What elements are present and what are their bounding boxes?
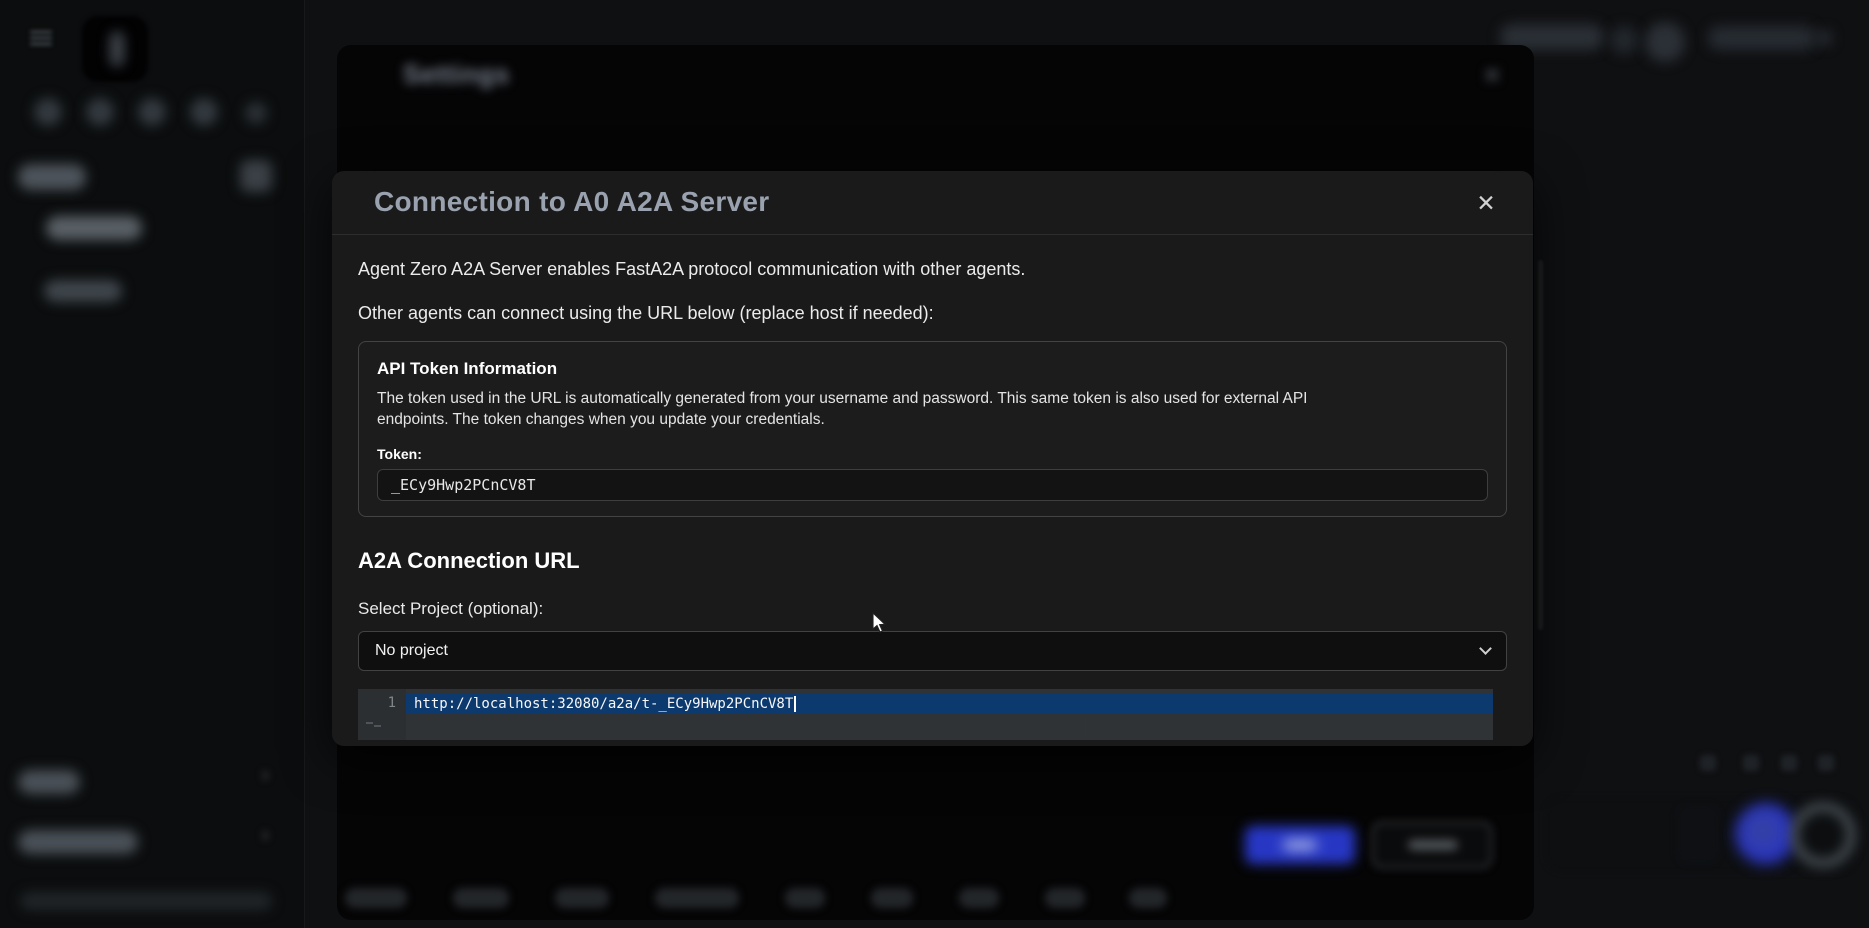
settings-tab-8[interactable] xyxy=(1045,888,1085,908)
sidebar-icon-1[interactable] xyxy=(34,98,62,126)
settings-cancel-button[interactable] xyxy=(1372,822,1492,868)
chat-tool-icon-2[interactable] xyxy=(1743,755,1759,771)
preferences-section-label[interactable] xyxy=(18,830,138,854)
settings-tab-5[interactable] xyxy=(785,888,825,908)
project-select[interactable]: No project xyxy=(358,631,1507,671)
settings-tab-3[interactable] xyxy=(555,888,609,908)
app-logo-glyph xyxy=(110,32,124,66)
chat-tool-icon-1[interactable] xyxy=(1700,755,1716,771)
header-icon-button[interactable] xyxy=(1610,26,1638,54)
chat-list-item-2[interactable] xyxy=(44,280,122,302)
a2a-url-section-title: A2A Connection URL xyxy=(358,548,580,573)
editor-gutter: 1 xyxy=(358,689,406,740)
settings-save-button[interactable] xyxy=(1245,826,1355,864)
sidebar: › › xyxy=(0,0,305,928)
attachment-button[interactable] xyxy=(1676,804,1720,864)
header-project-select[interactable] xyxy=(1708,26,1816,50)
line-number: 1 xyxy=(387,695,396,711)
token-value-field[interactable] xyxy=(377,469,1488,501)
chat-tool-icon-3[interactable] xyxy=(1781,755,1797,771)
settings-close-icon[interactable]: ✕ xyxy=(1483,63,1501,89)
new-chat-icon[interactable] xyxy=(240,160,272,192)
avatar[interactable] xyxy=(1645,22,1685,62)
a2a-url-text: http://localhost:32080/a2a/t-_ECy9Hwp2PC… xyxy=(414,695,794,712)
settings-tab-7[interactable] xyxy=(959,888,999,908)
close-icon[interactable]: ✕ xyxy=(1471,188,1501,218)
send-button[interactable] xyxy=(1791,803,1855,867)
chat-list-item-1[interactable] xyxy=(46,216,142,240)
settings-tab-4[interactable] xyxy=(655,888,739,908)
a2a-url-editor[interactable]: 1 http://localhost:32080/a2a/t-_ECy9Hwp2… xyxy=(358,689,1493,740)
a2a-connection-modal: Connection to A0 A2A Server ✕ Agent Zero… xyxy=(332,171,1533,746)
sidebar-icon-2[interactable] xyxy=(86,98,114,126)
chevron-down-icon xyxy=(1479,642,1492,655)
settings-tab-6[interactable] xyxy=(871,888,913,908)
intro-line-1: Agent Zero A2A Server enables FastA2A pr… xyxy=(358,259,1026,279)
chats-section-label xyxy=(18,164,86,190)
editor-content[interactable]: http://localhost:32080/a2a/t-_ECy9Hwp2PC… xyxy=(406,689,1493,740)
api-token-card: API Token Information The token used in … xyxy=(358,341,1507,517)
menu-icon[interactable] xyxy=(30,31,52,47)
editor-active-line: http://localhost:32080/a2a/t-_ECy9Hwp2PC… xyxy=(406,693,1493,714)
api-token-description: The token used in the URL is automatical… xyxy=(377,390,1308,428)
chat-tool-icon-4[interactable] xyxy=(1818,755,1834,771)
settings-tab-2[interactable] xyxy=(453,888,509,908)
app-screen: › › Settings ✕ Connection to A0 A2A Serv… xyxy=(0,0,1869,928)
text-caret xyxy=(794,695,797,712)
sidebar-icon-4[interactable] xyxy=(190,98,218,126)
select-project-label: Select Project (optional): xyxy=(358,599,544,618)
settings-tab-9[interactable] xyxy=(1129,888,1167,908)
mouse-cursor xyxy=(872,612,887,633)
intro-line-2: Other agents can connect using the URL b… xyxy=(358,303,934,323)
settings-tab-1[interactable] xyxy=(345,888,407,908)
modal-title: Connection to A0 A2A Server xyxy=(374,186,770,217)
sidebar-icon-5[interactable] xyxy=(245,102,267,124)
token-label: Token: xyxy=(377,446,422,462)
settings-modal-title: Settings xyxy=(403,59,510,89)
settings-scrollbar[interactable] xyxy=(1538,260,1543,630)
project-select-value: No project xyxy=(375,642,448,659)
version-info xyxy=(20,892,272,910)
api-token-card-title: API Token Information xyxy=(377,359,558,378)
modal-body: Agent Zero A2A Server enables FastA2A pr… xyxy=(332,235,1533,740)
header-chevron-icon xyxy=(1816,30,1832,46)
sidebar-icon-3[interactable] xyxy=(138,98,166,126)
microphone-button[interactable] xyxy=(1735,803,1797,865)
modal-header: Connection to A0 A2A Server ✕ xyxy=(332,171,1533,235)
tasks-section-label[interactable] xyxy=(18,770,80,794)
